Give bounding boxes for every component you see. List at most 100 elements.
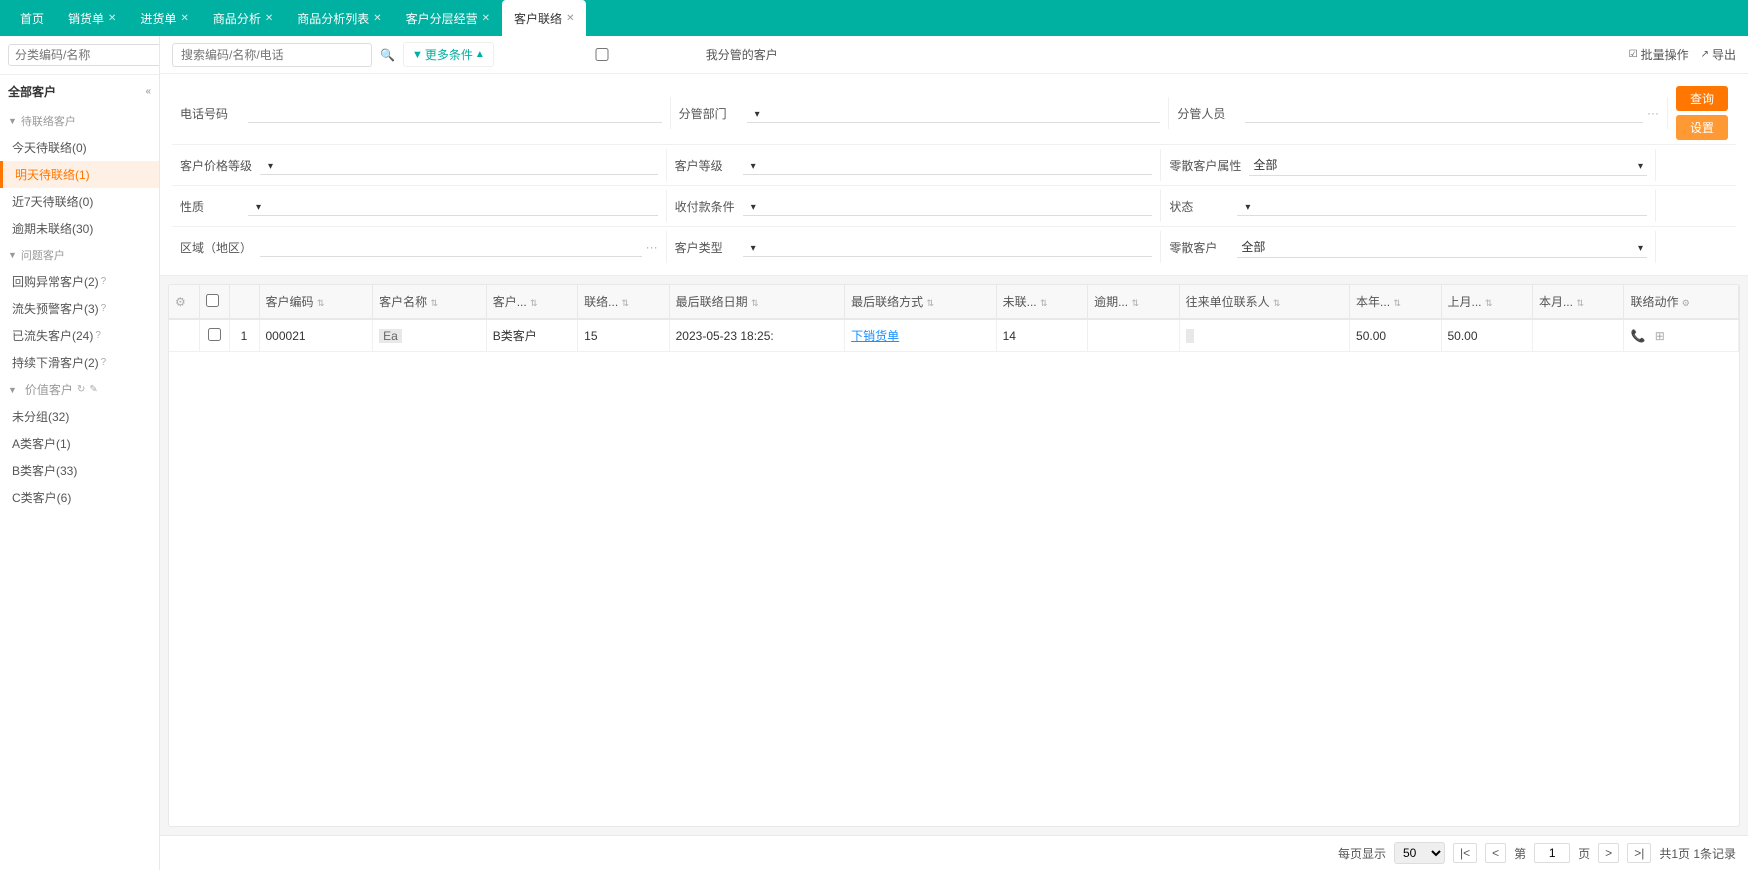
customer-type-select[interactable]: [743, 238, 1153, 257]
row-overdue-cell: [1088, 319, 1179, 352]
sort-icon[interactable]: ⇅: [1131, 298, 1139, 308]
nav-product-analysis-list[interactable]: 商品分析列表 ✕: [285, 0, 393, 36]
row-code-cell: 000021: [259, 319, 373, 352]
sidebar-item-ungrouped[interactable]: 未分组(32): [0, 403, 159, 430]
row-grid-action-icon[interactable]: ⊞: [1655, 329, 1665, 343]
batch-ops-button[interactable]: ☑ 批量操作: [1629, 46, 1689, 63]
page-size-select[interactable]: 50 100 200: [1394, 842, 1445, 864]
filter-payment: 收付款条件: [667, 190, 1162, 222]
nav-product-analysis[interactable]: 商品分析 ✕: [201, 0, 285, 36]
action-icon[interactable]: ⚙: [1682, 298, 1690, 308]
last-method-link[interactable]: 下销货单: [851, 329, 899, 343]
settings-gear-icon[interactable]: ⚙: [175, 295, 186, 309]
nav-close-icon[interactable]: ✕: [373, 13, 381, 24]
table-row: 1 000021 Ea B类客户 15: [169, 319, 1739, 352]
nav-purchase-order[interactable]: 进货单 ✕: [128, 0, 200, 36]
sort-icon[interactable]: ⇅: [530, 298, 538, 308]
sidebar-item-c-class[interactable]: C类客户(6): [0, 484, 159, 511]
sidebar-item-declining[interactable]: 持续下滑客户(2) ?: [0, 349, 159, 376]
retail-attr-select[interactable]: 全部: [1249, 154, 1647, 176]
refresh-icon[interactable]: ↻: [77, 384, 85, 395]
edit-icon[interactable]: ✎: [89, 384, 97, 395]
sidebar-item-abnormal[interactable]: 回购异常客户(2) ?: [0, 268, 159, 295]
next-page-button[interactable]: >: [1598, 843, 1619, 863]
nav-customer-contact[interactable]: 客户联络 ✕: [502, 0, 586, 36]
first-page-button[interactable]: |<: [1453, 843, 1477, 863]
price-level-select[interactable]: [260, 156, 658, 175]
sort-icon[interactable]: ⇅: [622, 298, 630, 308]
col-contacts-header: 联络... ⇅: [578, 285, 669, 319]
sidebar-item-churned[interactable]: 已流失客户(24) ?: [0, 322, 159, 349]
row-phone-action-icon[interactable]: 📞: [1630, 329, 1645, 343]
row-select-checkbox[interactable]: [208, 328, 221, 341]
filter-phone: 电话号码: [172, 97, 671, 129]
sort-icon[interactable]: ⇅: [1273, 298, 1281, 308]
row-this-year-cell: 50.00: [1350, 319, 1441, 352]
manager-input[interactable]: [1245, 104, 1643, 123]
sort-icon[interactable]: ⇅: [1040, 298, 1048, 308]
sort-icon[interactable]: ⇅: [926, 298, 934, 308]
last-page-button[interactable]: >|: [1627, 843, 1651, 863]
col-this-month-header: 本月... ⇅: [1532, 285, 1623, 319]
search-input[interactable]: [172, 43, 372, 67]
nav-customer-tier[interactable]: 客户分层经营 ✕: [394, 0, 502, 36]
select-all-checkbox[interactable]: [206, 294, 219, 307]
page-input[interactable]: [1534, 843, 1570, 863]
filter-retail-attr: 零散客户属性 全部: [1161, 149, 1656, 181]
dept-select[interactable]: [747, 104, 1161, 123]
nav-home[interactable]: 首页: [8, 0, 56, 36]
sort-icon[interactable]: ⇅: [1393, 298, 1401, 308]
filter-search-icon[interactable]: 🔍: [380, 48, 395, 62]
prev-page-button[interactable]: <: [1485, 843, 1506, 863]
chevron-up-icon: ▲: [475, 49, 485, 60]
sort-icon[interactable]: ⇅: [1576, 298, 1584, 308]
sidebar-all-customers[interactable]: 全部客户 «: [0, 75, 159, 108]
sidebar-item-b-class[interactable]: B类客户(33): [0, 457, 159, 484]
my-customers-checkbox[interactable]: 我分管的客户: [502, 46, 778, 63]
row-type-cell: B类客户: [486, 319, 577, 352]
nav-close-icon[interactable]: ✕: [265, 13, 273, 24]
sort-icon[interactable]: ⇅: [317, 298, 325, 308]
sidebar-search-input[interactable]: [8, 44, 160, 66]
sort-icon[interactable]: ⇅: [430, 298, 438, 308]
sidebar-item-churn-warning[interactable]: 流失预警客户(3) ?: [0, 295, 159, 322]
settings-button[interactable]: 设置: [1676, 115, 1728, 140]
table-footer: 每页显示 50 100 200 |< < 第 页 > >| 共1页 1条记录: [160, 835, 1748, 870]
filter-icon: ▼: [412, 49, 423, 61]
help-icon: ?: [101, 303, 107, 314]
payment-select[interactable]: [743, 197, 1153, 216]
query-button[interactable]: 查询: [1676, 86, 1728, 111]
nav-close-icon[interactable]: ✕: [566, 13, 574, 24]
filter-price-level: 客户价格等级: [172, 149, 667, 181]
nav-close-icon[interactable]: ✕: [482, 13, 490, 24]
sort-icon[interactable]: ⇅: [751, 298, 759, 308]
sidebar-item-7days-contact[interactable]: 近7天待联络(0): [0, 188, 159, 215]
my-customers-check[interactable]: [502, 48, 702, 61]
phone-input[interactable]: [248, 104, 662, 123]
status-select[interactable]: [1237, 197, 1647, 216]
sidebar-item-today-contact[interactable]: 今天待联络(0): [0, 134, 159, 161]
customer-level-select[interactable]: [743, 156, 1153, 175]
region-dots-icon[interactable]: ···: [646, 240, 658, 254]
sidebar-item-a-class[interactable]: A类客户(1): [0, 430, 159, 457]
col-contact-person-header: 往来单位联系人 ⇅: [1179, 285, 1349, 319]
collapse-icon: «: [145, 86, 151, 97]
nav-close-icon[interactable]: ✕: [180, 13, 188, 24]
row-index-cell: 1: [229, 319, 259, 352]
sidebar-item-overdue-contact[interactable]: 逾期未联络(30): [0, 215, 159, 242]
nav-close-icon[interactable]: ✕: [108, 13, 116, 24]
region-input[interactable]: [260, 238, 642, 257]
sort-icon[interactable]: ⇅: [1485, 298, 1493, 308]
export-button[interactable]: ↗ 导出: [1701, 46, 1736, 63]
col-last-date-header: 最后联络日期 ⇅: [669, 285, 845, 319]
total-records-label: 共1页 1条记录: [1659, 845, 1736, 862]
more-conditions-button[interactable]: ▼ 更多条件 ▲: [403, 42, 494, 67]
content-area: 🔍 ▼ 更多条件 ▲ 我分管的客户 ☑ 批量操作 ↗ 导出: [160, 36, 1748, 870]
retail-customer-select[interactable]: 全部: [1237, 236, 1647, 258]
nature-select[interactable]: [248, 197, 658, 216]
row-name-cell: Ea: [373, 319, 487, 352]
manager-dots-icon[interactable]: ···: [1647, 106, 1659, 120]
nav-sales-order[interactable]: 销货单 ✕: [56, 0, 128, 36]
filter-row-2: 客户价格等级 客户等级 零散客户属性 全部: [172, 144, 1736, 185]
sidebar-item-tomorrow-contact[interactable]: 明天待联络(1): [0, 161, 159, 188]
